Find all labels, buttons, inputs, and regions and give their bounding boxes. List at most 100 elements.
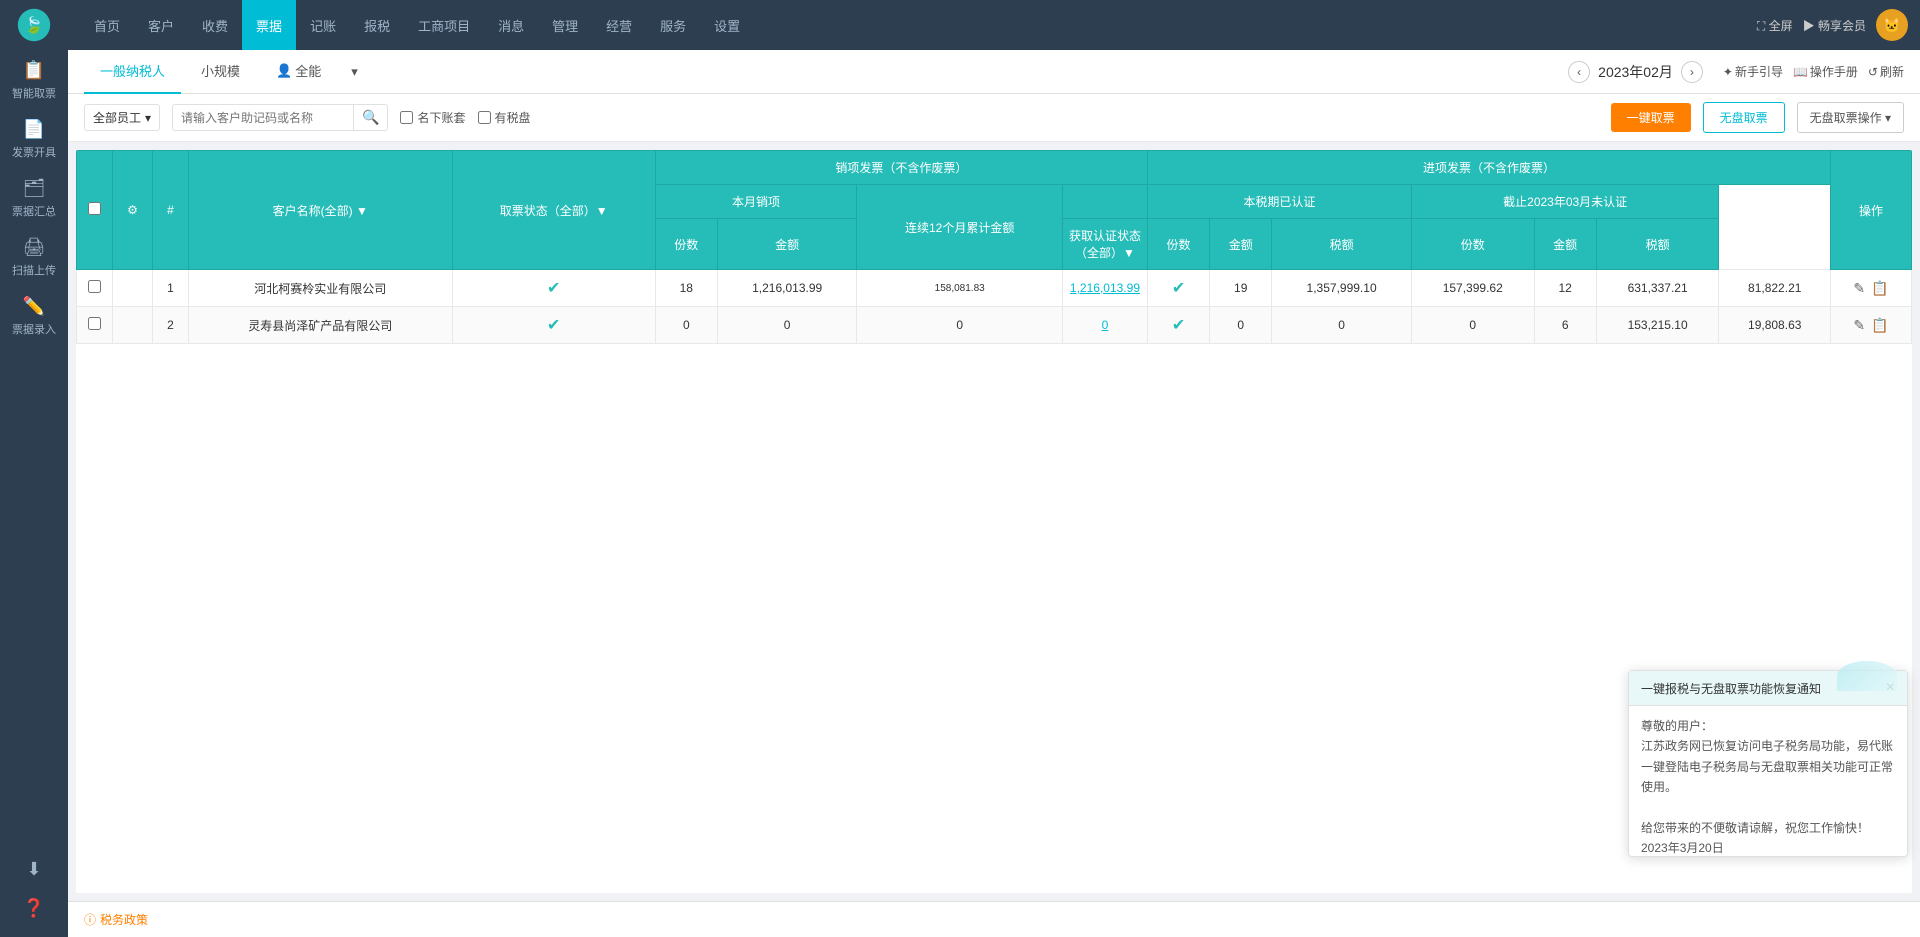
tab-actions: ✦ 新手引导 📖 操作手册 ↺ 刷新 bbox=[1723, 63, 1904, 80]
sidebar-item-data-entry[interactable]: ✏️ 票据录入 bbox=[0, 286, 68, 345]
topnav-service[interactable]: 服务 bbox=[646, 0, 700, 50]
select-all-checkbox[interactable] bbox=[88, 202, 101, 215]
th-cert-count: 份数 bbox=[1147, 219, 1209, 270]
topnav-menu: 首页 客户 收费 票据 记账 报税 工商项目 消息 管理 经营 服务 设置 bbox=[80, 0, 1757, 50]
topnav: 首页 客户 收费 票据 记账 报税 工商项目 消息 管理 经营 服务 设置 ⛶ … bbox=[68, 0, 1920, 50]
employee-select[interactable]: 全部员工 ▾ bbox=[84, 104, 160, 131]
th-index: # bbox=[152, 151, 188, 270]
smart-invoice-icon: 📋 bbox=[23, 60, 45, 81]
topnav-right: ⛶ 全屏 ▶ 畅享会员 🐱 bbox=[1757, 9, 1908, 41]
no-disk-ops-btn[interactable]: 无盘取票操作 ▾ bbox=[1797, 102, 1904, 133]
row-cert-status: ✔ bbox=[1147, 307, 1209, 344]
sidebar-item-help[interactable]: ❓ bbox=[0, 888, 68, 927]
taxed-checkbox-label[interactable]: 有税盘 bbox=[478, 109, 531, 126]
topnav-collection[interactable]: 收费 bbox=[188, 0, 242, 50]
help-icon: ❓ bbox=[23, 898, 45, 919]
th-uncert-count: 份数 bbox=[1411, 219, 1534, 270]
no-disk-btn[interactable]: 无盘取票 bbox=[1703, 102, 1785, 133]
sidebar: 🍃 📋 智能取票 📄 发票开具 🗂 票据汇总 🖨 扫描上传 ✏️ 票据录入 ⬇ … bbox=[0, 0, 68, 937]
month-nav: ‹ 2023年02月 › bbox=[1568, 61, 1703, 83]
tab-bar: 一般纳税人 小规模 👤 全能 ▾ ‹ 2023年02月 › ✦ 新手引导 bbox=[68, 50, 1920, 94]
fullscreen-btn[interactable]: ⛶ 全屏 bbox=[1757, 17, 1793, 34]
th-uncert-amount: 金额 bbox=[1534, 219, 1596, 270]
sidebar-bottom: ⬇ ❓ bbox=[0, 849, 68, 937]
topnav-tax[interactable]: 报税 bbox=[350, 0, 404, 50]
tab-all[interactable]: 👤 全能 bbox=[260, 50, 337, 94]
th-this-period-certified: 本税期已认证 bbox=[1147, 185, 1411, 219]
edit-btn[interactable]: ✎ bbox=[1853, 317, 1865, 334]
th-count: 份数 bbox=[655, 219, 717, 270]
tab-all-icon: 👤 bbox=[276, 63, 292, 79]
th-cert-amount: 金额 bbox=[1210, 219, 1272, 270]
row-customer: 灵寿县尚泽矿产品有限公司 bbox=[188, 307, 452, 344]
th-sales-group: 销项发票（不含作废票） bbox=[655, 151, 1147, 185]
topnav-home[interactable]: 首页 bbox=[80, 0, 134, 50]
notification-popup: 一键报税与无盘取票功能恢复通知 × 尊敬的用户： 江苏政务网已恢复访问电子税务局… bbox=[1628, 670, 1908, 857]
topnav-operation[interactable]: 经营 bbox=[592, 0, 646, 50]
row-take-status: ✔ bbox=[452, 307, 655, 344]
sidebar-item-issue-invoice[interactable]: 📄 发票开具 bbox=[0, 109, 68, 168]
notification-title: 一键报税与无盘取票功能恢复通知 bbox=[1641, 680, 1821, 697]
th-action: 操作 bbox=[1830, 151, 1911, 270]
row-checkbox[interactable] bbox=[77, 270, 113, 307]
filter-bar: 全部员工 ▾ 🔍 名下账套 有税盘 一键取票 无盘取票 无盘取票操作 ▾ bbox=[68, 94, 1920, 142]
mine-checkbox-label[interactable]: 名下账套 bbox=[400, 109, 465, 126]
topnav-management[interactable]: 管理 bbox=[538, 0, 592, 50]
one-click-btn[interactable]: 一键取票 bbox=[1611, 103, 1691, 132]
main-table: ⚙ # 客户名称(全部) ▼ 取票状态（全部）▼ 销项发票（不含作废票） bbox=[76, 150, 1912, 344]
mine-checkbox[interactable] bbox=[400, 111, 413, 124]
view-btn[interactable]: 📋 bbox=[1871, 317, 1888, 334]
book-icon: 📖 bbox=[1793, 65, 1808, 79]
tab-more-dropdown[interactable]: ▾ bbox=[341, 50, 368, 94]
th-purchase-group: 进项发票（不含作废票） bbox=[1147, 151, 1830, 185]
row-checkbox[interactable] bbox=[77, 307, 113, 344]
topnav-message[interactable]: 消息 bbox=[484, 0, 538, 50]
info-icon: ⓘ bbox=[84, 911, 96, 928]
th-monthly-sales: 本月销项 bbox=[655, 185, 857, 219]
notification-body: 尊敬的用户： 江苏政务网已恢复访问电子税务局功能，易代账一键登陆电子税务局与无盘… bbox=[1629, 706, 1907, 856]
tab-small[interactable]: 小规模 bbox=[185, 50, 256, 94]
month-label: 2023年02月 bbox=[1598, 62, 1673, 82]
member-btn[interactable]: ▶ 畅享会员 bbox=[1803, 17, 1866, 34]
table-row: 1 河北柯赛柃实业有限公司 ✔ 18 1,216,013.99 158,081.… bbox=[77, 270, 1912, 307]
sidebar-item-scan-upload[interactable]: 🖨 扫描上传 bbox=[0, 227, 68, 286]
prev-month-btn[interactable]: ‹ bbox=[1568, 61, 1590, 83]
sidebar-item-download[interactable]: ⬇ bbox=[0, 849, 68, 888]
search-button[interactable]: 🔍 bbox=[353, 105, 387, 130]
next-month-btn[interactable]: › bbox=[1681, 61, 1703, 83]
scan-upload-icon: 🖨 bbox=[23, 237, 46, 258]
refresh-icon: ↺ bbox=[1868, 65, 1878, 79]
th-customer[interactable]: 客户名称(全部) ▼ bbox=[188, 151, 452, 270]
new-guide-link[interactable]: ✦ 新手引导 bbox=[1723, 63, 1783, 80]
settings-icon: ⚙ bbox=[127, 203, 138, 217]
row-customer: 河北柯赛柃实业有限公司 bbox=[188, 270, 452, 307]
view-btn[interactable]: 📋 bbox=[1871, 280, 1888, 297]
th-amount: 金额 bbox=[717, 219, 857, 270]
sidebar-item-invoice-summary[interactable]: 🗂 票据汇总 bbox=[0, 168, 68, 227]
svg-text:🍃: 🍃 bbox=[24, 14, 44, 34]
topnav-settings[interactable]: 设置 bbox=[700, 0, 754, 50]
table-body: 1 河北柯赛柃实业有限公司 ✔ 18 1,216,013.99 158,081.… bbox=[77, 270, 1912, 344]
tax-policy-link[interactable]: ⓘ 税务政策 bbox=[84, 911, 148, 928]
row-cert-status: ✔ bbox=[1147, 270, 1209, 307]
data-entry-icon: ✏️ bbox=[23, 296, 45, 317]
chevron-down-icon: ▾ bbox=[145, 111, 151, 125]
edit-btn[interactable]: ✎ bbox=[1853, 280, 1865, 297]
manual-link[interactable]: 📖 操作手册 bbox=[1793, 63, 1858, 80]
taxed-checkbox[interactable] bbox=[478, 111, 491, 124]
th-cert-status[interactable]: 获取认证状态（全部）▼ bbox=[1062, 219, 1147, 270]
topnav-customer[interactable]: 客户 bbox=[134, 0, 188, 50]
refresh-link[interactable]: ↺ 刷新 bbox=[1868, 63, 1904, 80]
topnav-bookkeeping[interactable]: 记账 bbox=[296, 0, 350, 50]
sidebar-logo: 🍃 bbox=[0, 0, 68, 50]
th-cert-tax: 税额 bbox=[1272, 219, 1412, 270]
user-avatar[interactable]: 🐱 bbox=[1876, 9, 1908, 41]
search-input[interactable] bbox=[173, 107, 353, 129]
topnav-invoice[interactable]: 票据 bbox=[242, 0, 296, 50]
star-icon: ✦ bbox=[1723, 65, 1733, 79]
tab-general[interactable]: 一般纳税人 bbox=[84, 50, 181, 94]
topnav-business[interactable]: 工商项目 bbox=[404, 0, 484, 50]
th-take-status[interactable]: 取票状态（全部）▼ bbox=[452, 151, 655, 270]
download-icon: ⬇ bbox=[26, 859, 41, 880]
sidebar-item-smart-invoice[interactable]: 📋 智能取票 bbox=[0, 50, 68, 109]
